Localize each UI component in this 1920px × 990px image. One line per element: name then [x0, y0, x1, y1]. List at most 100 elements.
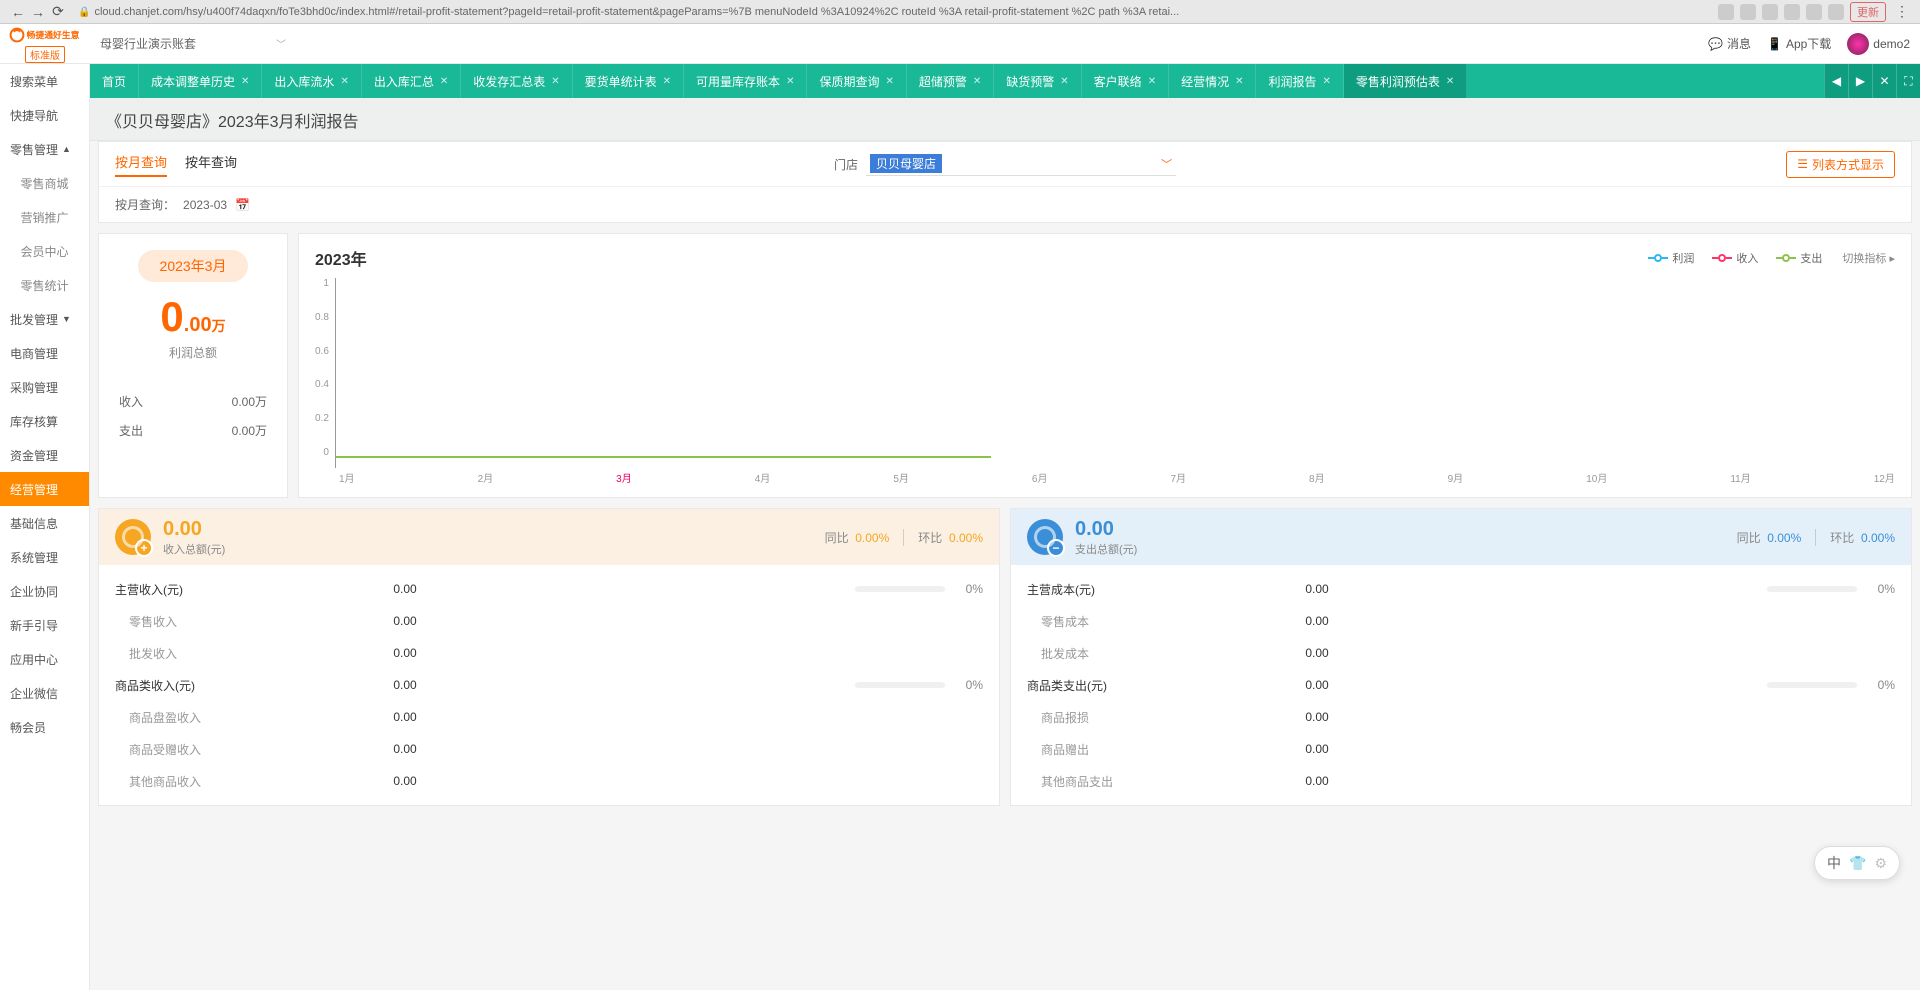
panel-row: 零售成本0.00 [1027, 605, 1895, 637]
expense-panel-body: 主营成本(元)0.000%零售成本0.00批发成本0.00商品类支出(元)0.0… [1011, 565, 1911, 805]
tab[interactable]: 首页 [90, 64, 139, 98]
income-panel: 0.00 收入总额(元) 同比 0.00% 环比 0.00% 主营收入(元)0.… [98, 508, 1000, 806]
tab[interactable]: 客户联络✕ [1082, 64, 1169, 98]
legend-item[interactable]: 利润 [1648, 250, 1694, 266]
sidebar-item[interactable]: 采购管理 [0, 370, 89, 404]
sidebar-item[interactable]: 搜索菜单 [0, 64, 89, 98]
sidebar-item[interactable]: 应用中心 [0, 642, 89, 676]
browser-update-button[interactable]: 更新 [1850, 2, 1886, 22]
app-download-link[interactable]: 📱 App下载 [1767, 35, 1831, 52]
ext-icon[interactable] [1806, 4, 1822, 20]
switch-metric-button[interactable]: 切换指标 ▸ [1842, 250, 1895, 266]
legend-item[interactable]: 收入 [1712, 250, 1758, 266]
summary-card: 2023年3月 0.00万 利润总额 收入0.00万 支出0.00万 [98, 233, 288, 498]
sidebar-item[interactable]: 营销推广 [0, 200, 89, 234]
x-tick: 12月 [1874, 470, 1895, 485]
messages-link[interactable]: 💬 消息 [1708, 35, 1751, 52]
tab[interactable]: 收发存汇总表✕ [461, 64, 572, 98]
close-icon[interactable]: ✕ [340, 76, 348, 87]
store-select[interactable]: 门店 贝贝母婴店 ﹀ [834, 152, 1176, 176]
calendar-icon[interactable]: 📅 [235, 198, 250, 212]
sidebar-item[interactable]: 新手引导 [0, 608, 89, 642]
ext-icon[interactable] [1718, 4, 1734, 20]
sidebar-item[interactable]: 电商管理 [0, 336, 89, 370]
close-icon[interactable]: ✕ [440, 76, 448, 87]
sidebar-item[interactable]: 基础信息 [0, 506, 89, 540]
tab[interactable]: 出入库汇总✕ [362, 64, 461, 98]
tab[interactable]: 要货单统计表✕ [573, 64, 684, 98]
list-mode-button[interactable]: ☰ 列表方式显示 [1786, 151, 1895, 178]
sidebar-item[interactable]: 经营管理 [0, 472, 89, 506]
chart-plot: 10.80.60.40.20 [315, 278, 1895, 468]
sidebar-item[interactable]: 资金管理 [0, 438, 89, 472]
close-icon[interactable]: ✕ [663, 76, 671, 87]
close-icon[interactable]: ✕ [1446, 76, 1454, 87]
sidebar-item[interactable]: 库存核算 [0, 404, 89, 438]
browser-menu-icon[interactable]: ⋮ [1892, 2, 1912, 22]
summary-profit-amount: 0.00万 [111, 296, 275, 338]
sidebar-item[interactable]: 会员中心 [0, 234, 89, 268]
tab[interactable]: 经营情况✕ [1169, 64, 1256, 98]
sidebar-item[interactable]: 零售统计 [0, 268, 89, 302]
browser-forward-icon[interactable]: → [28, 2, 48, 22]
avatar [1847, 33, 1869, 55]
ext-icon[interactable] [1828, 4, 1844, 20]
ext-icon[interactable] [1762, 4, 1778, 20]
sidebar-item[interactable]: 零售管理▲ [0, 132, 89, 166]
close-icon[interactable]: ✕ [973, 76, 981, 87]
sidebar-item[interactable]: 企业微信 [0, 676, 89, 710]
message-icon: 💬 [1708, 37, 1723, 51]
legend-item[interactable]: 支出 [1776, 250, 1822, 266]
account-set-select[interactable]: 母婴行业演示账套 ﹀ [100, 35, 286, 52]
tab[interactable]: 保质期查询✕ [807, 64, 906, 98]
tab[interactable]: 零售利润预估表✕ [1344, 64, 1467, 98]
x-tick: 2月 [478, 470, 494, 485]
ext-icon[interactable] [1740, 4, 1756, 20]
sidebar-item[interactable]: 系统管理 [0, 540, 89, 574]
tab[interactable]: 超储预警✕ [907, 64, 994, 98]
tab[interactable]: 成本调整单历史✕ [139, 64, 262, 98]
ime-float[interactable]: 中 👕 ⚙ [1814, 846, 1900, 880]
browser-back-icon[interactable]: ← [8, 2, 28, 22]
close-icon[interactable]: ✕ [786, 76, 794, 87]
x-tick: 4月 [755, 470, 771, 485]
panel-row: 商品盘盈收入0.00 [115, 701, 983, 733]
app-logo[interactable]: 畅捷通好生意 标准版 [0, 25, 90, 63]
browser-reload-icon[interactable]: ⟳ [48, 2, 68, 22]
tab[interactable]: 利润报告✕ [1256, 64, 1343, 98]
browser-url[interactable]: cloud.chanjet.com/hsy/u400f74daqxn/foTe3… [68, 6, 1718, 18]
close-icon[interactable]: ✕ [1235, 76, 1243, 87]
close-icon[interactable]: ✕ [1323, 76, 1331, 87]
tab[interactable]: 可用量库存账本✕ [684, 64, 807, 98]
ext-icon[interactable] [1784, 4, 1800, 20]
tab[interactable]: 缺货预警✕ [994, 64, 1081, 98]
sidebar-item[interactable]: 快捷导航 [0, 98, 89, 132]
page-title: 《贝贝母婴店》2023年3月利润报告 [90, 98, 1920, 141]
sidebar-item[interactable]: 批发管理▼ [0, 302, 89, 336]
close-icon[interactable]: ✕ [1148, 76, 1156, 87]
close-icon[interactable]: ✕ [1060, 76, 1068, 87]
tab-fullscreen-icon[interactable]: ⛶ [1896, 64, 1920, 98]
tab-scroll-left-icon[interactable]: ◀ [1824, 64, 1848, 98]
summary-income-row: 收入0.00万 [111, 387, 275, 416]
sidebar: 搜索菜单快捷导航零售管理▲零售商城营销推广会员中心零售统计批发管理▼电商管理采购… [0, 64, 90, 990]
close-icon[interactable]: ✕ [551, 76, 559, 87]
user-menu[interactable]: demo2 [1847, 33, 1910, 55]
ime-shirt-icon: 👕 [1849, 855, 1866, 872]
sidebar-item[interactable]: 畅会员 [0, 710, 89, 744]
tab[interactable]: 出入库流水✕ [262, 64, 361, 98]
filter-tab-month[interactable]: 按月查询 [115, 152, 167, 177]
x-tick: 7月 [1170, 470, 1186, 485]
month-query-value[interactable]: 2023-03 [183, 198, 227, 212]
chart-series-line [336, 456, 991, 458]
sidebar-item[interactable]: 企业协同 [0, 574, 89, 608]
x-tick: 6月 [1032, 470, 1048, 485]
close-icon[interactable]: ✕ [885, 76, 893, 87]
close-icon[interactable]: ✕ [241, 76, 249, 87]
tab-close-all-icon[interactable]: ✕ [1872, 64, 1896, 98]
sidebar-item[interactable]: 零售商城 [0, 166, 89, 200]
tab-scroll-right-icon[interactable]: ▶ [1848, 64, 1872, 98]
expense-amount: 0.00 [1075, 518, 1137, 541]
x-tick: 1月 [339, 470, 355, 485]
filter-tab-year[interactable]: 按年查询 [185, 152, 237, 177]
